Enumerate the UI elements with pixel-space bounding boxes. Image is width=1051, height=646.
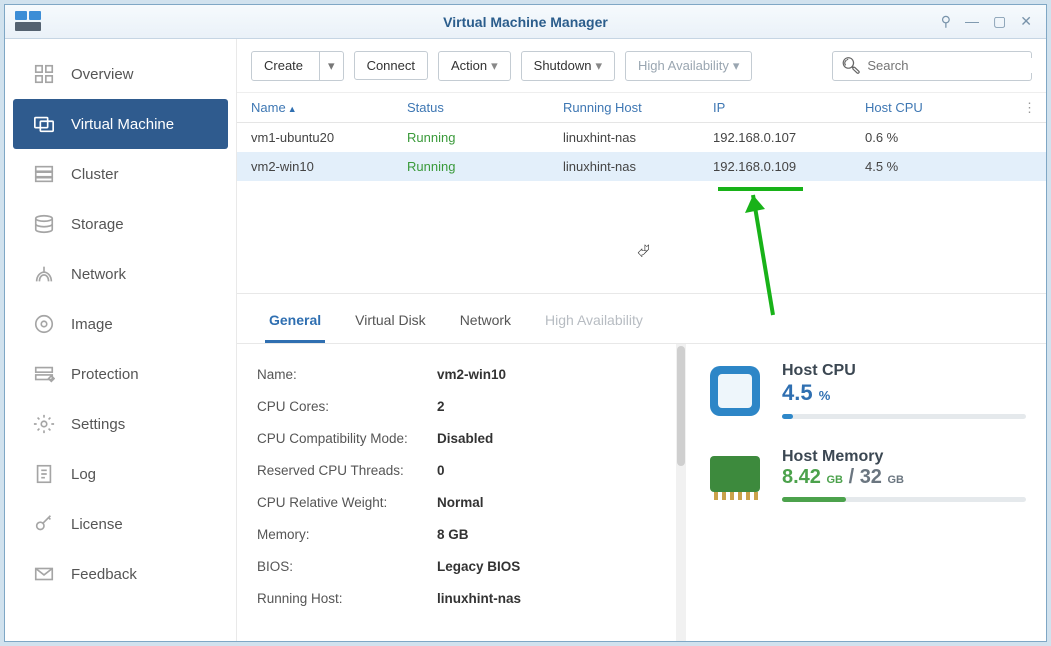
col-ip[interactable]: IP [713,100,865,115]
col-cpu[interactable]: Host CPU [865,100,1013,115]
table-header: Name▲ Status Running Host IP Host CPU ⋮ [237,93,1046,123]
sidebar-item-log[interactable]: Log [13,449,228,499]
col-status[interactable]: Status [407,100,563,115]
key-icon [33,513,55,535]
sidebar-item-label: Storage [71,216,124,233]
sidebar-item-label: Cluster [71,166,119,183]
minimize-icon[interactable]: — [965,13,979,30]
maximize-icon[interactable]: ▢ [993,13,1006,30]
sidebar-item-settings[interactable]: Settings [13,399,228,449]
host-memory-stat: Host Memory 8.42 GB / 32 GB [706,448,1026,506]
col-host[interactable]: Running Host [563,100,713,115]
column-menu-icon[interactable]: ⋮ [1013,100,1046,116]
tab-high-availability: High Availability [541,306,647,343]
host-cpu-stat: Host CPU 4.5 % [706,362,1026,420]
titlebar: Virtual Machine Manager ⚲ — ▢ ✕ [5,5,1046,39]
vm-icon [33,113,55,135]
sidebar-item-label: Virtual Machine [71,116,174,133]
overview-icon [33,63,55,85]
sidebar-item-label: Overview [71,66,134,83]
cluster-icon [33,163,55,185]
action-button[interactable]: Action ▾ [438,51,511,81]
table-row[interactable]: vm1-ubuntu20 Running linuxhint-nas 192.1… [237,123,1046,152]
window-title: Virtual Machine Manager [5,14,1046,30]
table-row[interactable]: vm2-win10 Running linuxhint-nas 192.168.… [237,152,1046,181]
shutdown-button[interactable]: Shutdown ▾ [521,51,615,81]
sidebar-item-storage[interactable]: Storage [13,199,228,249]
sidebar-item-cluster[interactable]: Cluster [13,149,228,199]
gear-icon [33,413,55,435]
sidebar-item-label: Feedback [71,566,137,583]
pin-icon[interactable]: ⚲ [941,13,951,30]
search-box[interactable]: 🔍︎ [832,51,1032,81]
sidebar-item-protection[interactable]: Protection [13,349,228,399]
memory-chip-icon [706,448,764,506]
envelope-icon [33,563,55,585]
network-icon [33,263,55,285]
cpu-chip-icon [706,362,764,420]
storage-icon [33,213,55,235]
sidebar-item-image[interactable]: Image [13,299,228,349]
details-scrollbar[interactable] [676,344,686,641]
log-icon [33,463,55,485]
col-name[interactable]: Name▲ [251,100,407,115]
close-icon[interactable]: ✕ [1020,13,1032,30]
tab-general[interactable]: General [265,306,325,343]
search-icon: 🔍︎ [841,56,861,76]
protection-icon [33,363,55,385]
sidebar-item-label: Image [71,316,113,333]
app-icon [15,11,41,33]
tab-virtual-disk[interactable]: Virtual Disk [351,306,430,343]
search-input[interactable] [867,58,1043,73]
sidebar-item-license[interactable]: License [13,499,228,549]
detail-tabs: General Virtual Disk Network High Availa… [237,294,1046,344]
sidebar-item-label: License [71,516,123,533]
sidebar-item-virtual-machine[interactable]: Virtual Machine [13,99,228,149]
chevron-down-icon: ▾ [491,58,498,74]
sidebar: Overview Virtual Machine Cluster Storage… [5,39,237,641]
connect-button[interactable]: Connect [354,51,428,80]
chevron-down-icon: ▾ [595,58,602,74]
sidebar-item-label: Network [71,266,126,283]
sort-asc-icon: ▲ [288,104,297,114]
sidebar-item-overview[interactable]: Overview [13,49,228,99]
cursor-icon: ⮰ [637,243,650,261]
sidebar-item-feedback[interactable]: Feedback [13,549,228,599]
image-icon [33,313,55,335]
sidebar-item-label: Protection [71,366,139,383]
chevron-down-icon[interactable]: ▾ [319,52,343,80]
high-availability-button[interactable]: High Availability ▾ [625,51,752,81]
details-panel: Name:vm2-win10 CPU Cores:2 CPU Compatibi… [237,344,676,641]
chevron-down-icon: ▾ [733,58,740,74]
tab-network[interactable]: Network [456,306,515,343]
create-button[interactable]: Create ▾ [251,51,344,81]
toolbar: Create ▾ Connect Action ▾ Shutdown ▾ Hig… [237,39,1046,93]
sidebar-item-network[interactable]: Network [13,249,228,299]
sidebar-item-label: Settings [71,416,125,433]
sidebar-item-label: Log [71,466,96,483]
host-memory-label: Host Memory [782,448,1026,466]
host-cpu-label: Host CPU [782,362,1026,380]
